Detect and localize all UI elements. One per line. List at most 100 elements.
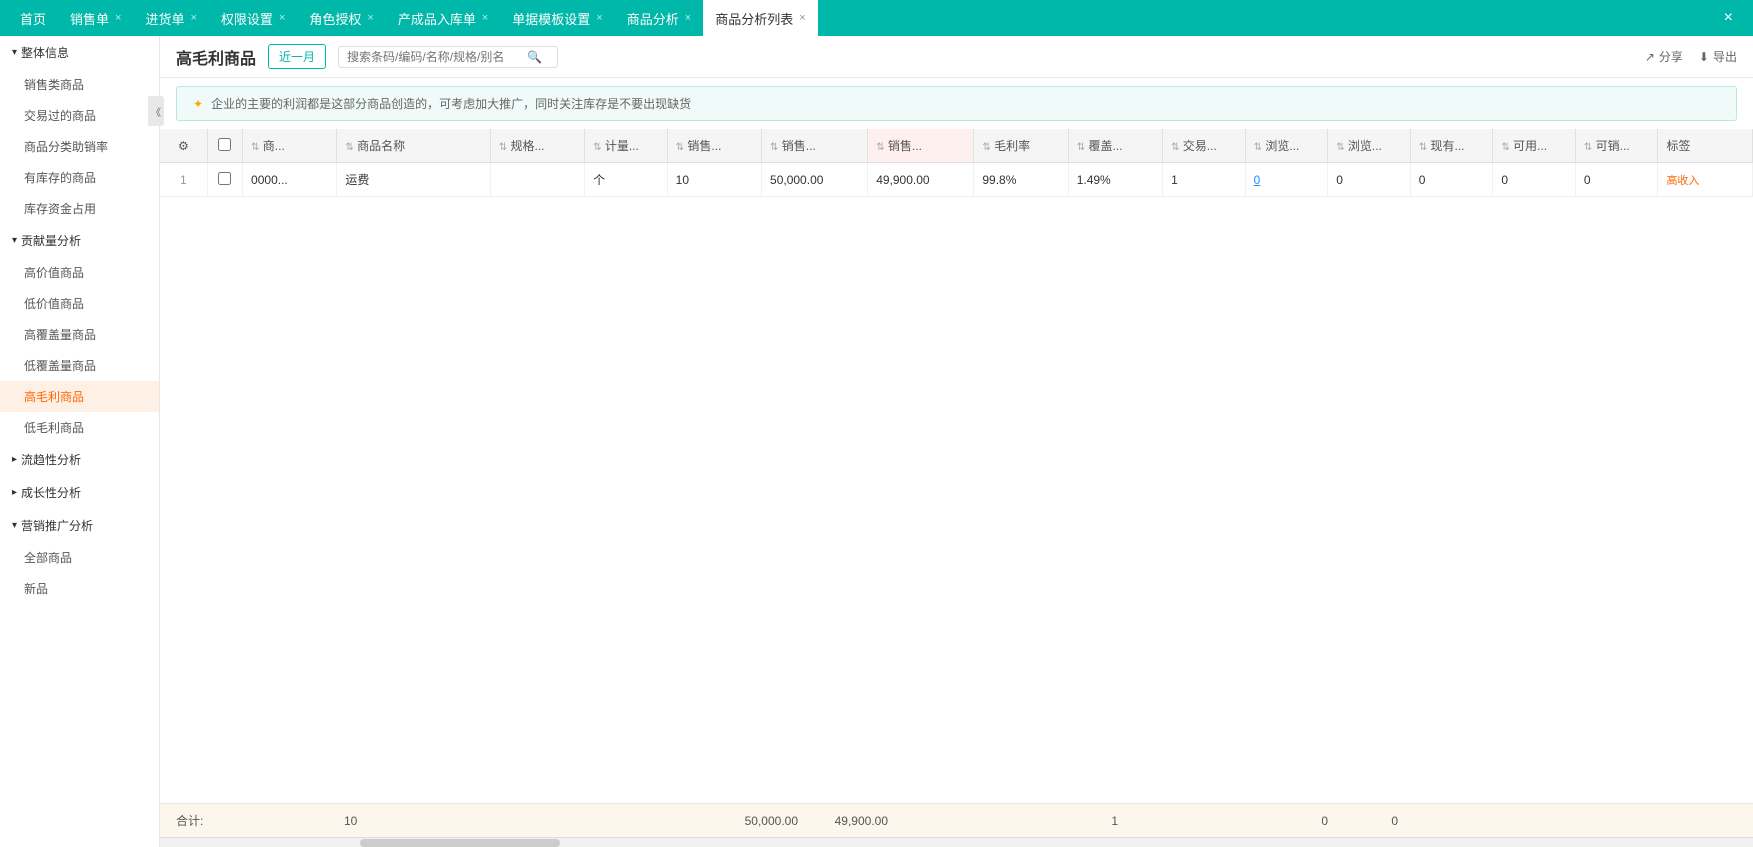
sidebar-item-sales-goods[interactable]: 销售类商品 [0,69,159,100]
close-sales-order[interactable]: × [115,12,121,24]
col-browse2[interactable]: ⇅ 浏览... [1328,129,1411,163]
sidebar-item-new-goods[interactable]: 新品 [0,573,159,604]
sort-icon: ⇅ [1501,142,1509,153]
col-current[interactable]: ⇅ 现有... [1410,129,1493,163]
data-table: ⚙ ⇅ 商... ⇅ 商品名称 [160,129,1753,197]
col-browse1[interactable]: ⇅ 浏览... [1245,129,1328,163]
sidebar-item-low-value[interactable]: 低价值商品 [0,288,159,319]
nav-sales-order[interactable]: 销售单 × [58,0,133,36]
info-banner: ✦ 企业的主要的利润都是这部分商品创造的，可考虑加大推广，同时关注库存是不要出现… [176,86,1737,121]
close-role-auth[interactable]: × [367,12,373,24]
period-button[interactable]: 近一月 [268,44,326,69]
row-select-checkbox[interactable] [218,172,231,185]
sidebar-group-overall-title[interactable]: ▾ 整体信息 [0,36,159,69]
table-row: 1 0000... 运费 [160,163,1753,197]
col-spec[interactable]: ⇅ 规格... [490,129,584,163]
sidebar-group-marketing: ▾ 营销推广分析 全部商品 新品 [0,509,159,604]
row-index: 1 [160,163,207,197]
close-product-analysis[interactable]: × [685,12,691,24]
close-window-button[interactable]: × [1712,9,1745,27]
col-transactions[interactable]: ⇅ 交易... [1163,129,1246,163]
footer-sales2: 50,000.00 [716,814,806,828]
row-spec [490,163,584,197]
nav-template-settings[interactable]: 单据模板设置 × [500,0,614,36]
arrow-icon: ▾ [12,520,17,531]
col-tag[interactable]: 标签 [1658,129,1753,163]
search-input[interactable] [347,50,527,64]
row-name: 运费 [337,163,490,197]
sidebar-group-contribution-title[interactable]: ▾ 贡献量分析 [0,224,159,257]
sort-icon: ⇅ [876,142,884,153]
row-sales1: 10 [667,163,761,197]
close-template-settings[interactable]: × [596,12,602,24]
col-sales3[interactable]: ⇅ 销售... [868,129,974,163]
col-available[interactable]: ⇅ 可用... [1493,129,1576,163]
col-unit[interactable]: ⇅ 计量... [585,129,668,163]
col-gross-rate[interactable]: ⇅ 毛利率 [974,129,1068,163]
page-title: 高毛利商品 [176,45,256,69]
close-production-inbound[interactable]: × [482,12,488,24]
row-saleable: 0 [1575,163,1658,197]
header-actions: ↗ 分享 ⬇ 导出 [1645,48,1737,65]
share-button[interactable]: ↗ 分享 [1645,48,1683,65]
col-name[interactable]: ⇅ 商品名称 [337,129,490,163]
sort-icon: ⇅ [1077,142,1085,153]
export-button[interactable]: ⬇ 导出 [1699,48,1737,65]
horizontal-scrollbar[interactable] [160,837,1753,847]
scroll-thumb[interactable] [360,839,560,847]
sidebar-item-in-stock[interactable]: 有库存的商品 [0,162,159,193]
footer-values: 10 50,000.00 49,900.00 1 0 0 [336,814,1406,828]
sidebar-group-flow-title[interactable]: ▸ 流趋性分析 [0,443,159,476]
table-container: ⚙ ⇅ 商... ⇅ 商品名称 [160,129,1753,803]
col-coverage[interactable]: ⇅ 覆盖... [1068,129,1162,163]
sidebar-item-low-coverage[interactable]: 低覆盖量商品 [0,350,159,381]
col-code[interactable]: ⇅ 商... [243,129,337,163]
col-settings[interactable]: ⚙ [160,129,207,163]
nav-product-analysis[interactable]: 商品分析 × [615,0,703,36]
sidebar-item-high-coverage[interactable]: 高覆盖量商品 [0,319,159,350]
sidebar-item-high-value[interactable]: 高价值商品 [0,257,159,288]
sidebar-item-high-margin[interactable]: 高毛利商品 [0,381,159,412]
nav-production-inbound[interactable]: 产成品入库单 × [386,0,500,36]
col-sales1[interactable]: ⇅ 销售... [667,129,761,163]
sidebar-group-growth-title[interactable]: ▸ 成长性分析 [0,476,159,509]
nav-product-analysis-list[interactable]: 商品分析列表 × [703,0,817,36]
search-box: 🔍 [338,46,558,68]
arrow-right-icon: ▸ [12,454,17,465]
sort-icon: ⇅ [1254,142,1262,153]
sidebar-item-stock-funds[interactable]: 库存资金占用 [0,193,159,224]
close-purchase-order[interactable]: × [190,12,196,24]
sidebar-group-marketing-title[interactable]: ▾ 营销推广分析 [0,509,159,542]
export-icon: ⬇ [1699,50,1709,64]
close-permission-settings[interactable]: × [279,12,285,24]
sidebar-item-all-goods[interactable]: 全部商品 [0,542,159,573]
search-icon[interactable]: 🔍 [527,50,542,64]
row-sales2: 50,000.00 [762,163,868,197]
settings-icon: ⚙ [178,139,189,153]
select-all-checkbox[interactable] [218,138,231,151]
row-code: 0000... [243,163,337,197]
sidebar-group-flow: ▸ 流趋性分析 [0,443,159,476]
sidebar-item-low-margin[interactable]: 低毛利商品 [0,412,159,443]
nav-home[interactable]: 首页 [8,0,58,36]
close-product-analysis-list[interactable]: × [799,12,805,24]
sidebar-collapse-button[interactable]: 《 [148,96,164,126]
content-area: 高毛利商品 近一月 🔍 ↗ 分享 ⬇ 导出 ✦ 企业的主要的利润都是这部分商品创… [160,36,1753,847]
row-transactions: 1 [1163,163,1246,197]
sidebar-group-contribution: ▾ 贡献量分析 高价值商品 低价值商品 高覆盖量商品 低覆盖量商品 高毛利商品 … [0,224,159,443]
nav-permission-settings[interactable]: 权限设置 × [209,0,297,36]
top-navigation: 首页 销售单 × 进货单 × 权限设置 × 角色授权 × 产成品入库单 × 单据… [0,0,1753,36]
sort-icon: ⇅ [345,142,353,153]
nav-role-auth[interactable]: 角色授权 × [297,0,385,36]
row-checkbox[interactable] [207,163,242,197]
row-browse1[interactable]: 0 [1245,163,1328,197]
sidebar-item-category-rate[interactable]: 商品分类助销率 [0,131,159,162]
col-sales2[interactable]: ⇅ 销售... [762,129,868,163]
table-footer: 合计: 10 50,000.00 49,900.00 1 0 0 [160,803,1753,837]
sidebar-item-traded-goods[interactable]: 交易过的商品 [0,100,159,131]
col-saleable[interactable]: ⇅ 可销... [1575,129,1658,163]
sort-icon: ⇅ [1584,142,1592,153]
share-icon: ↗ [1645,50,1655,64]
col-checkbox[interactable] [207,129,242,163]
nav-purchase-order[interactable]: 进货单 × [133,0,208,36]
